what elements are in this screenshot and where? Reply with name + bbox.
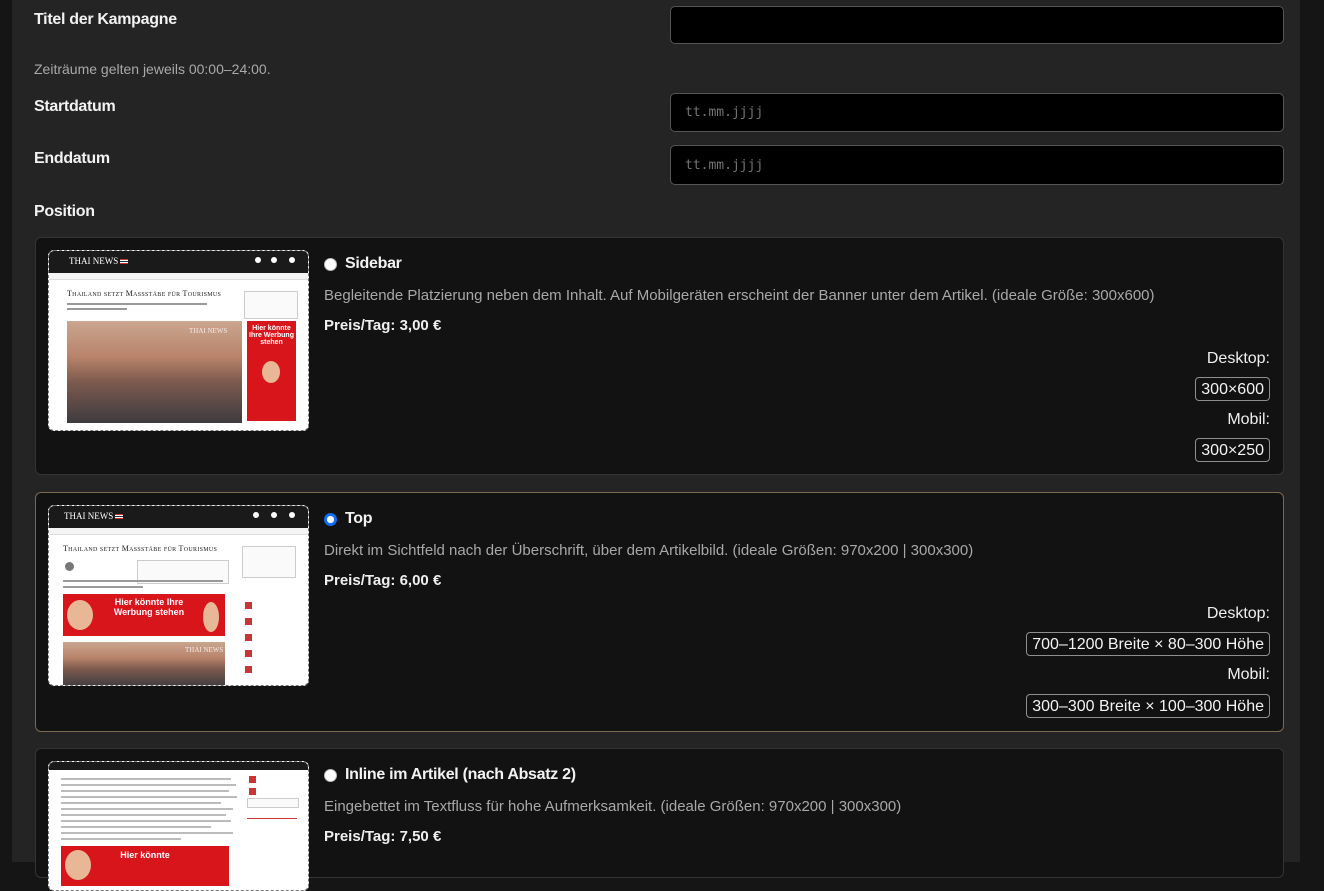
position-label: Position	[34, 203, 95, 220]
end-date-input[interactable]	[670, 145, 1284, 185]
inline-preview-image: Hier könnte	[48, 761, 309, 891]
top-radio[interactable]	[324, 512, 337, 526]
inline-option-price: Preis/Tag: 7,50 €	[324, 828, 442, 845]
top-option-title: Top	[345, 510, 373, 527]
start-date-label: Startdatum	[34, 98, 116, 115]
preview-header: THAI NEWS	[49, 251, 308, 273]
sidebar-option-title: Sidebar	[345, 255, 402, 272]
inline-option-description: Eingebettet im Textfluss für hohe Aufmer…	[324, 798, 902, 815]
top-option-price: Preis/Tag: 6,00 €	[324, 572, 442, 589]
sidebar-radio[interactable]	[324, 257, 337, 271]
sidebar-mobile-size: 300×250	[1195, 438, 1270, 462]
sidebar-mobile-label: Mobil:	[1227, 411, 1270, 428]
top-mobile-label: Mobil:	[1227, 666, 1270, 683]
preview-logo: THAI NEWS	[69, 256, 129, 266]
preview-headline: Thailand setzt Massstäbe für Tourismus	[67, 289, 222, 298]
sidebar-option-description: Begleitende Platzierung neben dem Inhalt…	[324, 287, 1155, 304]
sidebar-option-price: Preis/Tag: 3,00 €	[324, 317, 442, 334]
preview-nav	[49, 273, 308, 280]
inline-radio[interactable]	[324, 768, 337, 782]
period-hint: Zeiträume gelten jeweils 00:00–24:00.	[34, 61, 271, 77]
start-date-input[interactable]	[670, 93, 1284, 132]
sidebar-desktop-label: Desktop:	[1206, 350, 1270, 367]
sidebar-desktop-size: 300×600	[1195, 377, 1270, 401]
top-desktop-size: 700–1200 Breite × 80–300 Höhe	[1026, 632, 1270, 656]
top-preview-image: THAI NEWS Thailand setzt Massstäbe für T…	[48, 505, 309, 686]
position-option-sidebar[interactable]: THAI NEWS Thailand setzt Massstäbe für T…	[35, 237, 1284, 475]
sidebar-preview-image: THAI NEWS Thailand setzt Massstäbe für T…	[48, 250, 309, 431]
position-option-top[interactable]: THAI NEWS Thailand setzt Massstäbe für T…	[35, 492, 1284, 732]
preview-sidebar-ad: Hier könnte Ihre Werbung stehen	[247, 321, 296, 421]
top-desktop-label: Desktop:	[1206, 605, 1270, 622]
preview-article-image	[67, 321, 242, 423]
end-date-label: Enddatum	[34, 150, 110, 167]
preview-top-ad: Hier könnte Ihre Werbung stehen	[63, 594, 225, 636]
top-mobile-size: 300–300 Breite × 100–300 Höhe	[1026, 694, 1270, 718]
preview-inline-ad: Hier könnte	[61, 846, 229, 886]
campaign-title-input[interactable]	[670, 6, 1284, 44]
position-option-inline[interactable]: Hier könnte Inline im Artikel (nach Absa…	[35, 748, 1284, 891]
inline-option-title: Inline im Artikel (nach Absatz 2)	[345, 766, 576, 783]
top-option-description: Direkt im Sichtfeld nach der Überschrift…	[324, 542, 974, 559]
campaign-title-label: Titel der Kampagne	[34, 11, 177, 28]
